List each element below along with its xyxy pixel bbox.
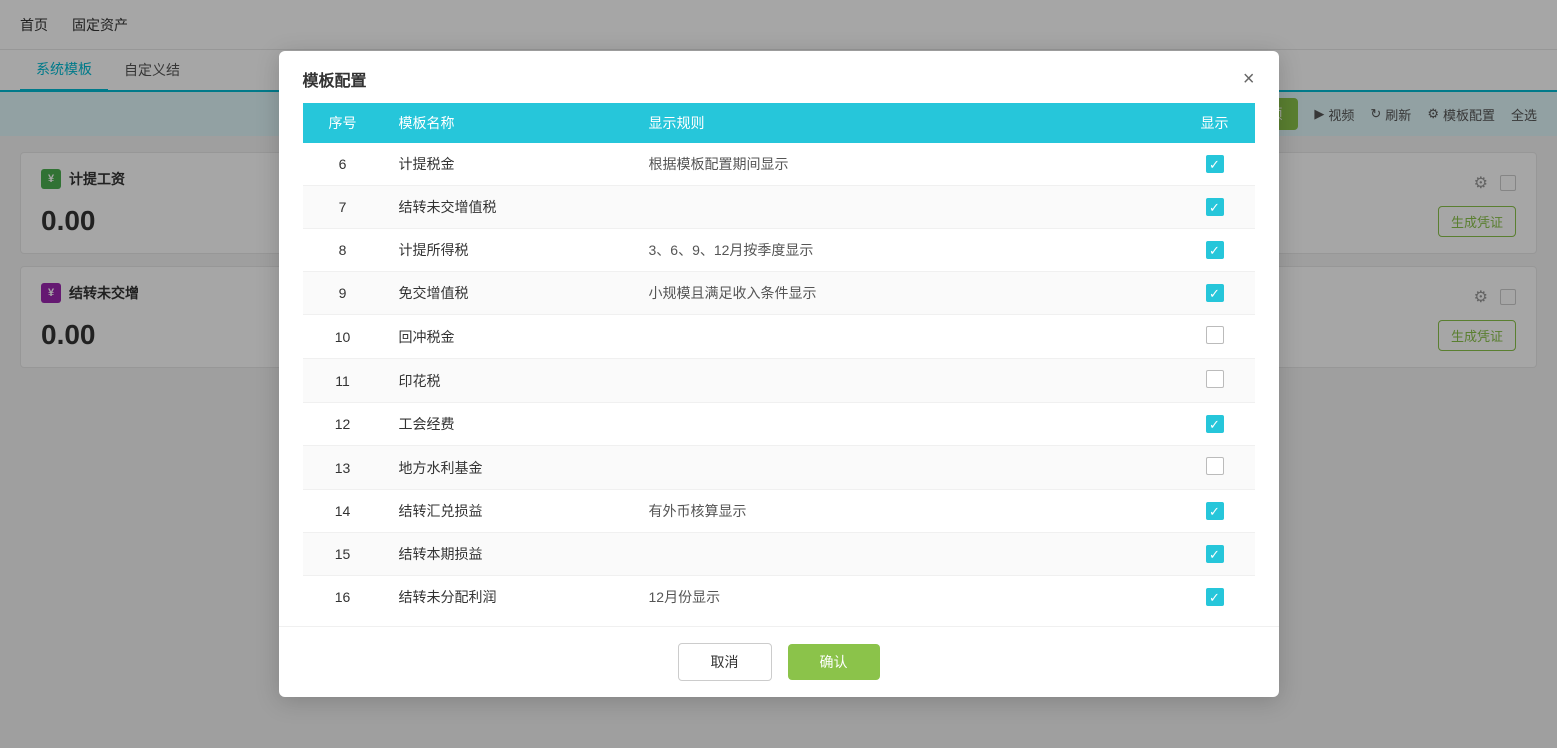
table-row: 16结转未分配利润12月份显示 (303, 576, 1255, 619)
table-row: 8计提所得税3、6、9、12月按季度显示 (303, 229, 1255, 272)
cell-no: 6 (303, 143, 383, 186)
cell-no: 12 (303, 403, 383, 446)
cell-name: 免交增值税 (383, 272, 633, 315)
table-row: 11印花税 (303, 359, 1255, 403)
checkbox-14[interactable] (1206, 502, 1224, 520)
cell-no: 10 (303, 315, 383, 359)
table-row: 10回冲税金 (303, 315, 1255, 359)
cell-rule: 12月份显示 (633, 576, 1175, 619)
cell-rule: 小规模且满足收入条件显示 (633, 272, 1175, 315)
config-table: 序号 模板名称 显示规则 显示 6计提税金根据模板配置期间显示7结转未交增值税8… (303, 103, 1255, 618)
cell-rule (633, 533, 1175, 576)
modal-footer: 取消 确认 (279, 626, 1279, 697)
cell-rule (633, 315, 1175, 359)
checkbox-8[interactable] (1206, 241, 1224, 259)
cell-check (1175, 446, 1255, 490)
table-row: 9免交增值税小规模且满足收入条件显示 (303, 272, 1255, 315)
cell-no: 16 (303, 576, 383, 619)
col-header-show: 显示 (1175, 103, 1255, 143)
checkbox-6[interactable] (1206, 155, 1224, 173)
background-page: 首页 固定资产 系统模板 自定义结 测算金额 ▶ 视频 ↻ 刷新 ⚙ 模板配置 … (0, 0, 1557, 748)
checkbox-10[interactable] (1206, 326, 1224, 344)
cell-check (1175, 490, 1255, 533)
cell-check (1175, 359, 1255, 403)
confirm-button[interactable]: 确认 (788, 644, 880, 680)
cell-no: 8 (303, 229, 383, 272)
cell-name: 地方水利基金 (383, 446, 633, 490)
table-row: 7结转未交增值税 (303, 186, 1255, 229)
cell-no: 11 (303, 359, 383, 403)
cancel-button[interactable]: 取消 (678, 643, 772, 681)
cell-no: 13 (303, 446, 383, 490)
cell-rule (633, 403, 1175, 446)
table-row: 14结转汇兑损益有外币核算显示 (303, 490, 1255, 533)
template-config-modal: 模板配置 × 序号 模板名称 显示规则 显示 6计提税金根据模板配置期间 (279, 51, 1279, 697)
cell-name: 结转汇兑损益 (383, 490, 633, 533)
modal-body: 序号 模板名称 显示规则 显示 6计提税金根据模板配置期间显示7结转未交增值税8… (279, 103, 1279, 626)
modal-header: 模板配置 × (279, 51, 1279, 103)
table-body: 6计提税金根据模板配置期间显示7结转未交增值税8计提所得税3、6、9、12月按季… (303, 143, 1255, 618)
cell-rule (633, 446, 1175, 490)
cell-rule: 有外币核算显示 (633, 490, 1175, 533)
checkbox-13[interactable] (1206, 457, 1224, 475)
table-row: 15结转本期损益 (303, 533, 1255, 576)
modal-overlay: 模板配置 × 序号 模板名称 显示规则 显示 6计提税金根据模板配置期间 (0, 0, 1557, 748)
cell-rule: 3、6、9、12月按季度显示 (633, 229, 1175, 272)
cell-no: 15 (303, 533, 383, 576)
modal-close-button[interactable]: × (1243, 69, 1255, 89)
cell-name: 结转未交增值税 (383, 186, 633, 229)
cell-check (1175, 576, 1255, 619)
cell-check (1175, 186, 1255, 229)
cell-no: 14 (303, 490, 383, 533)
cell-check (1175, 272, 1255, 315)
table-row: 12工会经费 (303, 403, 1255, 446)
checkbox-15[interactable] (1206, 545, 1224, 563)
checkbox-16[interactable] (1206, 588, 1224, 606)
cell-check (1175, 533, 1255, 576)
cell-check (1175, 315, 1255, 359)
checkbox-9[interactable] (1206, 284, 1224, 302)
cell-check (1175, 403, 1255, 446)
cell-check (1175, 143, 1255, 186)
cell-name: 计提所得税 (383, 229, 633, 272)
cell-name: 印花税 (383, 359, 633, 403)
cell-name: 结转本期损益 (383, 533, 633, 576)
table-row: 6计提税金根据模板配置期间显示 (303, 143, 1255, 186)
checkbox-11[interactable] (1206, 370, 1224, 388)
cell-no: 7 (303, 186, 383, 229)
table-header-row: 序号 模板名称 显示规则 显示 (303, 103, 1255, 143)
col-header-rule: 显示规则 (633, 103, 1175, 143)
cell-name: 工会经费 (383, 403, 633, 446)
cell-name: 回冲税金 (383, 315, 633, 359)
cell-rule (633, 186, 1175, 229)
cell-rule: 根据模板配置期间显示 (633, 143, 1175, 186)
cell-name: 计提税金 (383, 143, 633, 186)
table-row: 13地方水利基金 (303, 446, 1255, 490)
checkbox-12[interactable] (1206, 415, 1224, 433)
checkbox-7[interactable] (1206, 198, 1224, 216)
cell-no: 9 (303, 272, 383, 315)
cell-rule (633, 359, 1175, 403)
cell-check (1175, 229, 1255, 272)
col-header-no: 序号 (303, 103, 383, 143)
modal-title: 模板配置 (303, 67, 367, 91)
cell-name: 结转未分配利润 (383, 576, 633, 619)
col-header-name: 模板名称 (383, 103, 633, 143)
